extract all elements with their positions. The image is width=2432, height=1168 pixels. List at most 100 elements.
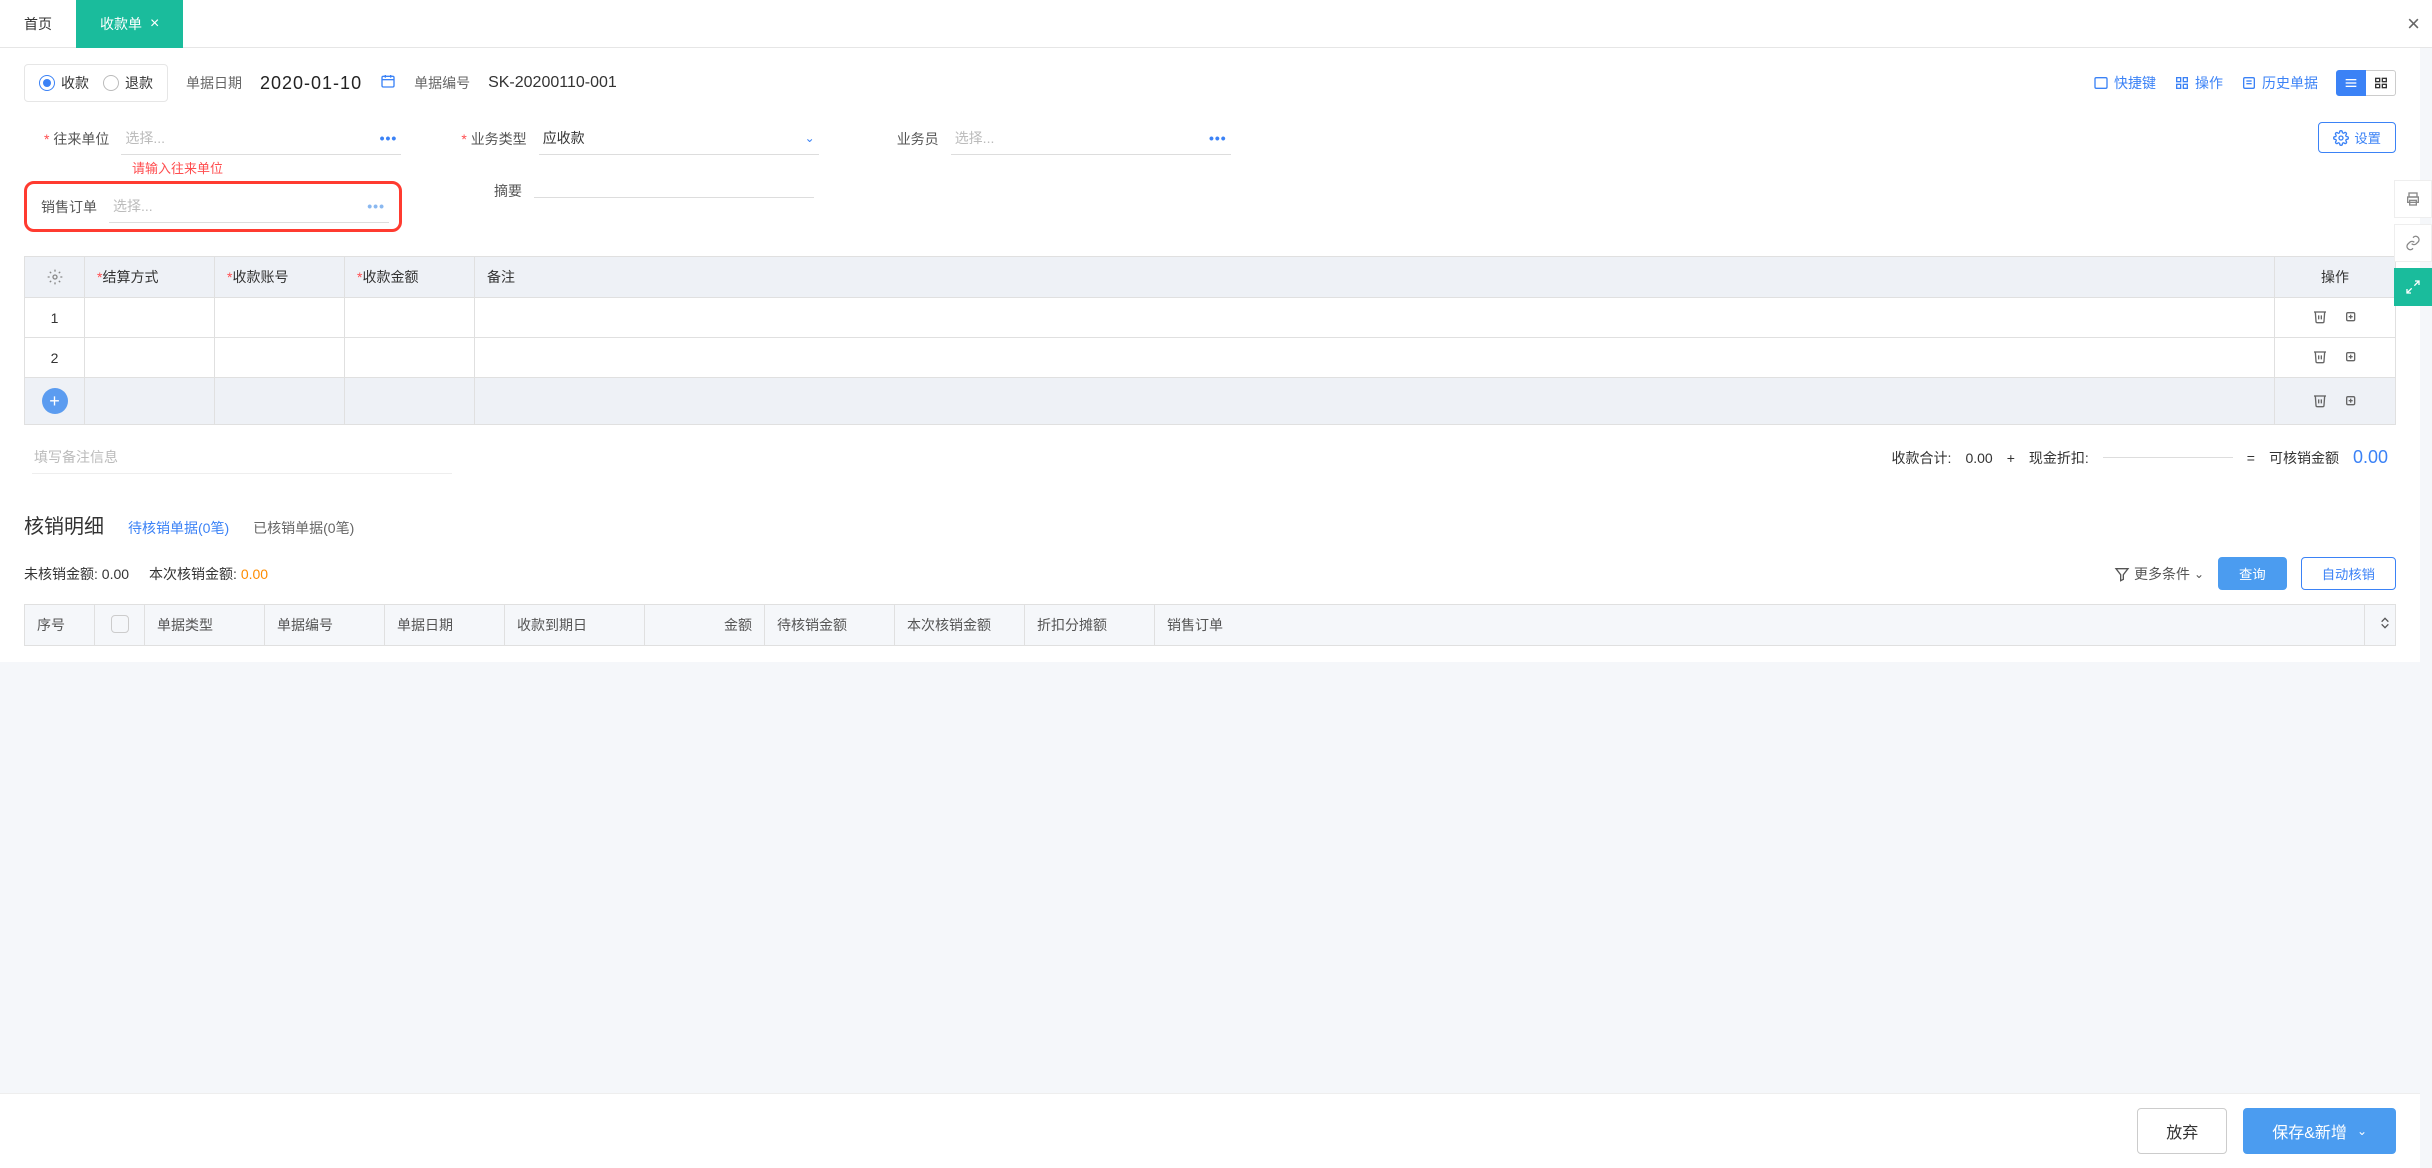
bars-icon [2343, 75, 2359, 91]
docno-value: SK-20200110-001 [488, 74, 617, 92]
keyboard-icon [2093, 75, 2109, 91]
date-label: 单据日期 [186, 73, 242, 93]
more-icon[interactable]: ••• [367, 198, 385, 214]
radio-receipt[interactable]: 收款 [39, 73, 89, 93]
vcol-docno: 单据编号 [265, 605, 385, 645]
query-button[interactable]: 查询 [2218, 557, 2287, 590]
date-value[interactable]: 2020-01-10 [260, 73, 362, 94]
side-print-icon[interactable] [2394, 180, 2432, 218]
chevron-down-icon: ⌄ [2194, 567, 2204, 581]
table-row: 2 [25, 338, 2395, 378]
partner-placeholder: 选择... [125, 128, 165, 148]
col-method: *结算方式 [85, 257, 215, 297]
biztype-select[interactable]: 应收款 ⌄ [539, 122, 819, 155]
calendar-icon[interactable] [380, 73, 396, 94]
save-button[interactable]: 保存&新增 ⌄ [2243, 1108, 2396, 1154]
form-row-1: * 往来单位 选择... ••• 请输入往来单位 * 业务类型 应收款 ⌄ 业务… [24, 122, 2396, 155]
save-label: 保存&新增 [2272, 1119, 2347, 1143]
vcol-sort[interactable] [2365, 605, 2395, 645]
cell-remark[interactable] [475, 338, 2275, 377]
auto-writeoff-button[interactable]: 自动核销 [2301, 557, 2396, 590]
sort-icon [2377, 615, 2393, 631]
cell-ops [2275, 338, 2395, 377]
discount-label: 现金折扣: [2029, 448, 2089, 468]
chevron-down-icon: ⌄ [805, 131, 815, 145]
shortcut-label: 快捷键 [2114, 73, 2156, 93]
docno-label: 单据编号 [414, 73, 470, 93]
col-ops: 操作 [2275, 257, 2395, 297]
main-panel: 收款 退款 单据日期 2020-01-10 单据编号 SK-20200110-0… [0, 48, 2420, 662]
view-card-button[interactable] [2366, 70, 2396, 96]
cell-amount[interactable] [345, 298, 475, 337]
summary-totals: 收款合计: 0.00 + 现金折扣: = 可核销金额 0.00 [1892, 447, 2388, 468]
copy-icon[interactable] [2342, 308, 2358, 327]
cancel-button[interactable]: 放弃 [2137, 1108, 2227, 1154]
table-settings-icon[interactable] [25, 257, 85, 297]
gear-icon [2333, 130, 2349, 146]
radio-receipt-label: 收款 [61, 73, 89, 93]
salesorder-highlight: 销售订单 选择... ••• [24, 181, 402, 232]
discount-input[interactable] [2103, 457, 2233, 458]
partner-input[interactable]: 选择... ••• [121, 122, 401, 155]
cell-account[interactable] [215, 338, 345, 377]
delete-icon[interactable] [2312, 348, 2328, 367]
cell-amount[interactable] [345, 338, 475, 377]
filter-icon [2114, 566, 2130, 582]
tab-receipt[interactable]: 收款单 × [76, 0, 183, 48]
vcol-thistime: 本次核销金额 [895, 605, 1025, 645]
verif-table-header: 序号 单据类型 单据编号 单据日期 收款到期日 金额 待核销金额 本次核销金额 … [25, 605, 2395, 645]
more-conditions[interactable]: 更多条件 ⌄ [2114, 564, 2204, 584]
cell-remark[interactable] [475, 298, 2275, 337]
tab-home[interactable]: 首页 [0, 0, 76, 48]
copy-icon[interactable] [2342, 348, 2358, 367]
list-icon [2241, 75, 2257, 91]
radio-refund-label: 退款 [125, 73, 153, 93]
shortcut-button[interactable]: 快捷键 [2093, 73, 2156, 93]
operate-label: 操作 [2195, 73, 2223, 93]
copy-icon[interactable] [2342, 392, 2358, 411]
more-icon[interactable]: ••• [380, 130, 398, 146]
grid-icon [2174, 75, 2190, 91]
side-expand-icon[interactable] [2394, 268, 2432, 306]
vcol-discount: 折扣分摊额 [1025, 605, 1155, 645]
history-label: 历史单据 [2262, 73, 2318, 93]
add-row-button[interactable]: + [25, 378, 85, 424]
view-list-button[interactable] [2336, 70, 2366, 96]
summary-input[interactable] [534, 185, 814, 198]
biztype-value: 应收款 [543, 128, 585, 148]
summary-field: 摘要 [462, 181, 814, 201]
table-row: 1 [25, 298, 2395, 338]
salesorder-input[interactable]: 选择... ••• [109, 190, 389, 223]
radio-refund[interactable]: 退款 [103, 73, 153, 93]
cell-method[interactable] [85, 338, 215, 377]
cell-account[interactable] [215, 298, 345, 337]
delete-icon[interactable] [2312, 392, 2328, 411]
row-index: 2 [25, 338, 85, 377]
tab-receipt-label: 收款单 [100, 14, 142, 34]
writeoff-label: 可核销金额 [2269, 448, 2339, 468]
vcol-checkbox[interactable] [95, 605, 145, 645]
side-link-icon[interactable] [2394, 224, 2432, 262]
note-input[interactable]: 填写备注信息 [32, 441, 452, 474]
salesman-input[interactable]: 选择... ••• [951, 122, 1231, 155]
radio-icon [103, 75, 119, 91]
tabbar-close-icon[interactable]: × [2407, 11, 2420, 37]
cell-method[interactable] [85, 298, 215, 337]
delete-icon[interactable] [2312, 308, 2328, 327]
col-remark: 备注 [475, 257, 2275, 297]
total-value: 0.00 [1965, 450, 1992, 466]
close-icon[interactable]: × [150, 15, 159, 33]
settings-button[interactable]: 设置 [2318, 122, 2396, 153]
more-icon[interactable]: ••• [1209, 130, 1227, 146]
tab-done[interactable]: 已核销单据(0笔) [253, 518, 354, 538]
vcol-docdate: 单据日期 [385, 605, 505, 645]
tab-pending[interactable]: 待核销单据(0笔) [128, 518, 229, 538]
tab-bar: 首页 收款单 × × [0, 0, 2432, 48]
operate-button[interactable]: 操作 [2174, 73, 2223, 93]
chevron-down-icon: ⌄ [2357, 1124, 2367, 1138]
vcol-doctype: 单据类型 [145, 605, 265, 645]
pending-amt: 未核销金额: 0.00 [24, 564, 129, 584]
footer: 放弃 保存&新增 ⌄ [0, 1093, 2420, 1168]
history-button[interactable]: 历史单据 [2241, 73, 2318, 93]
partner-error: 请输入往来单位 [132, 158, 223, 177]
